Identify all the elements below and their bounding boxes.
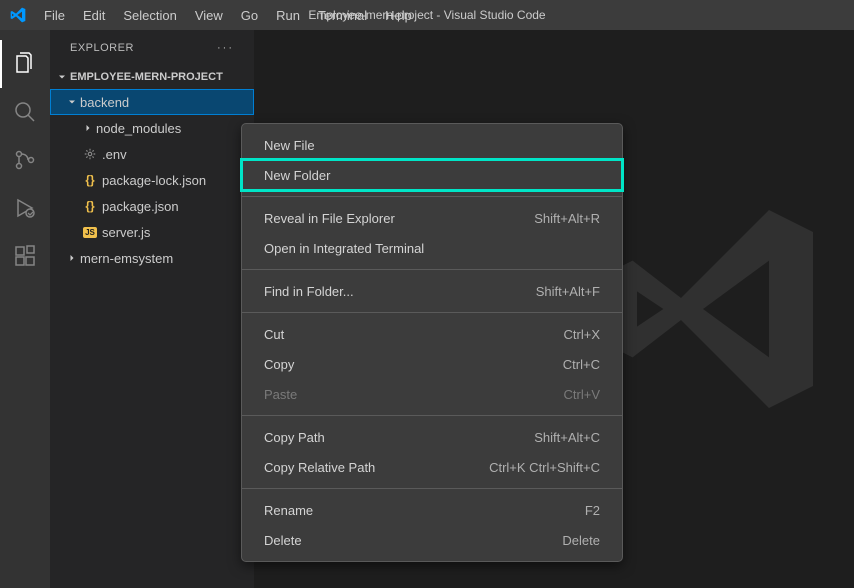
file-tree: backend node_modules .env {} package-loc…	[50, 89, 254, 271]
tree-label: server.js	[102, 225, 150, 240]
tree-file-package-lock[interactable]: {} package-lock.json	[50, 167, 254, 193]
menu-file[interactable]: File	[35, 0, 74, 30]
sidebar-header: EXPLORER ···	[50, 30, 254, 65]
menu-selection[interactable]: Selection	[114, 0, 185, 30]
activity-search[interactable]	[0, 88, 50, 136]
ctx-delete[interactable]: DeleteDelete	[242, 525, 622, 555]
json-icon: {}	[80, 173, 100, 187]
activity-extensions[interactable]	[0, 232, 50, 280]
json-icon: {}	[80, 199, 100, 213]
sidebar-explorer: EXPLORER ··· EMPLOYEE-MERN-PROJECT backe…	[50, 30, 254, 588]
menu-run[interactable]: Run	[267, 0, 309, 30]
menu-go[interactable]: Go	[232, 0, 267, 30]
ctx-separator	[242, 196, 622, 197]
tree-folder-backend[interactable]: backend	[50, 89, 254, 115]
ctx-separator	[242, 312, 622, 313]
ctx-find-folder[interactable]: Find in Folder...Shift+Alt+F	[242, 276, 622, 306]
gear-icon	[80, 147, 100, 161]
ctx-separator	[242, 415, 622, 416]
section-header[interactable]: EMPLOYEE-MERN-PROJECT	[50, 65, 254, 89]
activity-source-control[interactable]	[0, 136, 50, 184]
window-title: Employee-mern-project - Visual Studio Co…	[308, 8, 545, 22]
ctx-paste: PasteCtrl+V	[242, 379, 622, 409]
menu-edit[interactable]: Edit	[74, 0, 114, 30]
chevron-down-icon	[54, 71, 70, 83]
context-menu: New File New Folder Reveal in File Explo…	[241, 123, 623, 562]
ctx-copy-path[interactable]: Copy PathShift+Alt+C	[242, 422, 622, 452]
vscode-logo-icon	[0, 7, 35, 23]
tree-file-server-js[interactable]: JS server.js	[50, 219, 254, 245]
ctx-open-terminal[interactable]: Open in Integrated Terminal	[242, 233, 622, 263]
chevron-right-icon	[80, 122, 96, 134]
tree-label: package-lock.json	[102, 173, 206, 188]
tree-label: .env	[102, 147, 127, 162]
activity-run-debug[interactable]	[0, 184, 50, 232]
tree-label: package.json	[102, 199, 179, 214]
ctx-copy[interactable]: CopyCtrl+C	[242, 349, 622, 379]
ctx-copy-relative-path[interactable]: Copy Relative PathCtrl+K Ctrl+Shift+C	[242, 452, 622, 482]
sidebar-title: EXPLORER	[70, 42, 134, 54]
tree-file-package-json[interactable]: {} package.json	[50, 193, 254, 219]
menu-view[interactable]: View	[186, 0, 232, 30]
tree-label: mern-emsystem	[80, 251, 173, 266]
tree-file-env[interactable]: .env	[50, 141, 254, 167]
ctx-new-file[interactable]: New File	[242, 130, 622, 160]
titlebar: File Edit Selection View Go Run Terminal…	[0, 0, 854, 30]
more-icon[interactable]: ···	[217, 42, 234, 54]
tree-label: backend	[80, 95, 129, 110]
ctx-separator	[242, 269, 622, 270]
ctx-cut[interactable]: CutCtrl+X	[242, 319, 622, 349]
chevron-right-icon	[64, 252, 80, 264]
ctx-reveal-explorer[interactable]: Reveal in File ExplorerShift+Alt+R	[242, 203, 622, 233]
chevron-down-icon	[64, 96, 80, 108]
ctx-rename[interactable]: RenameF2	[242, 495, 622, 525]
activity-bar	[0, 30, 50, 588]
vscode-watermark-icon	[604, 199, 824, 419]
tree-folder-mern-emsystem[interactable]: mern-emsystem	[50, 245, 254, 271]
tree-folder-node-modules[interactable]: node_modules	[50, 115, 254, 141]
js-icon: JS	[80, 227, 100, 238]
ctx-new-folder[interactable]: New Folder	[242, 160, 622, 190]
tree-label: node_modules	[96, 121, 181, 136]
section-title: EMPLOYEE-MERN-PROJECT	[70, 71, 223, 83]
activity-explorer[interactable]	[0, 40, 50, 88]
ctx-separator	[242, 488, 622, 489]
